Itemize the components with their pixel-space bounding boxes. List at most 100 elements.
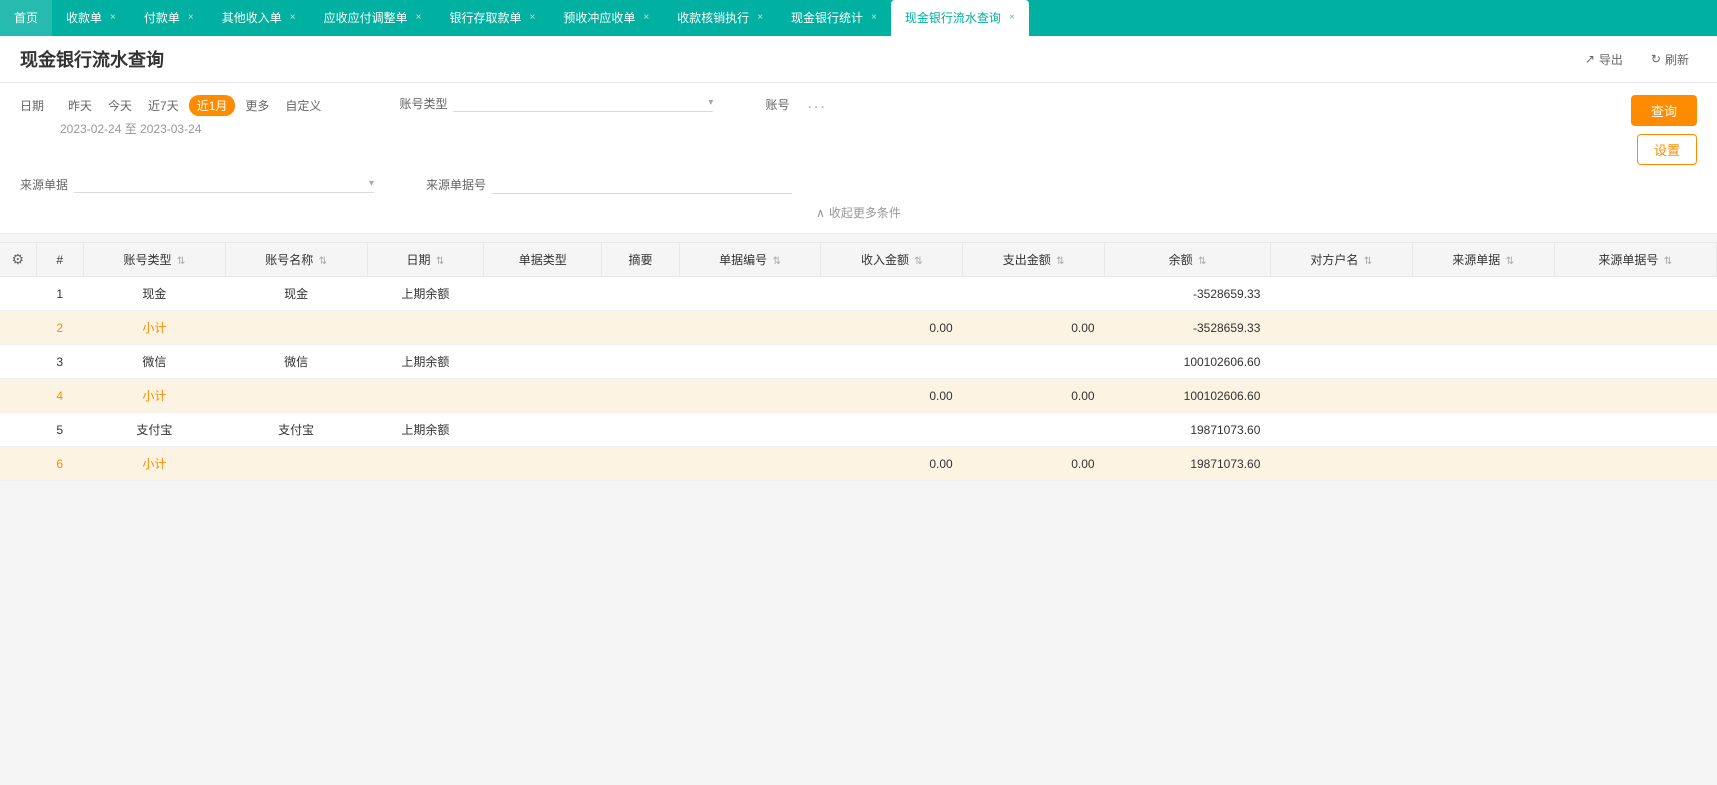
settings-button[interactable]: 设置 (1637, 134, 1697, 165)
source-doc-input[interactable] (74, 176, 365, 190)
th-doc-no[interactable]: 单据编号 ⇅ (679, 243, 821, 277)
nav-item-verify[interactable]: 收款核销执行 × (663, 0, 777, 36)
close-icon-receipt[interactable]: × (110, 0, 116, 36)
date-btn-more[interactable]: 更多 (239, 95, 275, 116)
cell-doc_type (484, 379, 602, 413)
cell-summary (602, 345, 679, 379)
cell-checkbox (0, 379, 36, 413)
cell-account_type: 支付宝 (83, 413, 225, 447)
nav-item-cash-stats[interactable]: 现金银行统计 × (777, 0, 891, 36)
th-expense[interactable]: 支出金额 ⇅ (963, 243, 1105, 277)
th-source-doc[interactable]: 来源单据 ⇅ (1412, 243, 1554, 277)
nav-item-bank-deposit[interactable]: 银行存取款单 × (435, 0, 549, 36)
th-source-doc-no[interactable]: 来源单据号 ⇅ (1554, 243, 1716, 277)
cell-doc_type (484, 345, 602, 379)
account-type-label: 账号类型 (399, 95, 447, 112)
close-icon-adjustment[interactable]: × (416, 0, 422, 36)
th-date[interactable]: 日期 ⇅ (367, 243, 484, 277)
table-row: 5支付宝支付宝上期余额19871073.60 (0, 413, 1717, 447)
cell-account_name (225, 379, 367, 413)
chevron-down-icon-source-doc: ▾ (369, 178, 374, 189)
cell-account_type: 小计 (83, 311, 225, 345)
refresh-button[interactable]: ↻ 刷新 (1643, 47, 1697, 72)
cell-index: 6 (36, 447, 83, 481)
nav-item-receipt[interactable]: 收款单 × (52, 0, 130, 36)
filter-buttons: 查询 设置 (1631, 95, 1697, 165)
nav-item-home[interactable]: 首页 (0, 0, 52, 36)
collapse-label: 收起更多条件 (829, 204, 901, 221)
cell-index: 4 (36, 379, 83, 413)
table-header-row: ⚙ # 账号类型 ⇅ 账号名称 ⇅ 日期 ⇅ 单据类型 摘要 单据编号 ⇅ 收入… (0, 243, 1717, 277)
cell-source_doc (1412, 379, 1554, 413)
th-account-name[interactable]: 账号名称 ⇅ (225, 243, 367, 277)
cell-account_type: 小计 (83, 379, 225, 413)
th-balance[interactable]: 余额 ⇅ (1105, 243, 1271, 277)
cell-account_name: 支付宝 (225, 413, 367, 447)
source-doc-no-input[interactable] (492, 175, 792, 194)
date-btn-7days[interactable]: 近7天 (142, 95, 185, 116)
source-doc-select[interactable]: ▾ (74, 176, 374, 193)
cell-income: 0.00 (821, 447, 963, 481)
export-button[interactable]: ↗ 导出 (1577, 47, 1631, 72)
ellipsis-button[interactable]: ... (807, 95, 826, 113)
cell-income (821, 345, 963, 379)
date-btn-today[interactable]: 今天 (102, 95, 138, 116)
account-type-select[interactable]: ▾ (453, 95, 713, 112)
table-row: 6小计0.000.0019871073.60 (0, 447, 1717, 481)
account-type-input[interactable] (453, 95, 704, 109)
th-index: # (36, 243, 83, 277)
nav-item-payment[interactable]: 付款单 × (130, 0, 208, 36)
cell-doc_no (679, 413, 821, 447)
close-icon-prepay[interactable]: × (643, 0, 649, 36)
cell-counterparty (1270, 379, 1412, 413)
cell-account_type: 微信 (83, 345, 225, 379)
page-header: 现金银行流水查询 ↗ 导出 ↻ 刷新 (0, 36, 1717, 83)
th-account-type[interactable]: 账号类型 ⇅ (83, 243, 225, 277)
cell-income (821, 413, 963, 447)
date-btn-custom[interactable]: 自定义 (279, 95, 327, 116)
th-counterparty[interactable]: 对方户名 ⇅ (1270, 243, 1412, 277)
close-icon-cash-stats[interactable]: × (871, 0, 877, 36)
close-icon-other-income[interactable]: × (290, 0, 296, 36)
cell-date: 上期余额 (367, 345, 484, 379)
cell-date: 上期余额 (367, 277, 484, 311)
cell-source_doc_no (1554, 311, 1716, 345)
nav-item-prepay[interactable]: 预收冲应收单 × (549, 0, 663, 36)
cell-balance: 100102606.60 (1105, 345, 1271, 379)
cell-date (367, 379, 484, 413)
th-income[interactable]: 收入金额 ⇅ (821, 243, 963, 277)
cell-doc_no (679, 311, 821, 345)
nav-label-bank-deposit: 银行存取款单 (449, 0, 521, 36)
close-icon-cash-flow[interactable]: × (1009, 0, 1015, 36)
close-icon-bank-deposit[interactable]: × (529, 0, 535, 36)
nav-label-cash-stats: 现金银行统计 (791, 0, 863, 36)
cell-account_type: 小计 (83, 447, 225, 481)
table-row: 2小计0.000.00-3528659.33 (0, 311, 1717, 345)
cell-doc_type (484, 277, 602, 311)
date-btn-1month[interactable]: 近1月 (189, 95, 236, 116)
filter-area: 日期 昨天 今天 近7天 近1月 更多 自定义 2023-02-24 至 202… (0, 83, 1717, 234)
cell-doc_no (679, 447, 821, 481)
cell-counterparty (1270, 277, 1412, 311)
query-button[interactable]: 查询 (1631, 95, 1697, 126)
cell-balance: -3528659.33 (1105, 311, 1271, 345)
cell-account_type: 现金 (83, 277, 225, 311)
table-row: 1现金现金上期余额-3528659.33 (0, 277, 1717, 311)
cell-account_name: 现金 (225, 277, 367, 311)
cell-counterparty (1270, 447, 1412, 481)
collapse-bar[interactable]: ∧ 收起更多条件 (20, 200, 1697, 225)
date-shortcuts: 昨天 今天 近7天 近1月 更多 自定义 (62, 95, 327, 116)
nav-item-other-income[interactable]: 其他收入单 × (208, 0, 310, 36)
close-icon-verify[interactable]: × (757, 0, 763, 36)
cell-doc_type (484, 447, 602, 481)
gear-icon[interactable]: ⚙ (11, 251, 24, 267)
nav-label-cash-flow: 现金银行流水查询 (905, 0, 1001, 36)
cell-date (367, 447, 484, 481)
nav-item-adjustment[interactable]: 应收应付调整单 × (310, 0, 436, 36)
date-btn-yesterday[interactable]: 昨天 (62, 95, 98, 116)
cell-expense (963, 413, 1105, 447)
nav-item-cash-flow[interactable]: 现金银行流水查询 × (891, 0, 1029, 36)
source-doc-label: 来源单据 (20, 176, 68, 193)
close-icon-payment[interactable]: × (188, 0, 194, 36)
th-settings[interactable]: ⚙ (0, 243, 36, 277)
